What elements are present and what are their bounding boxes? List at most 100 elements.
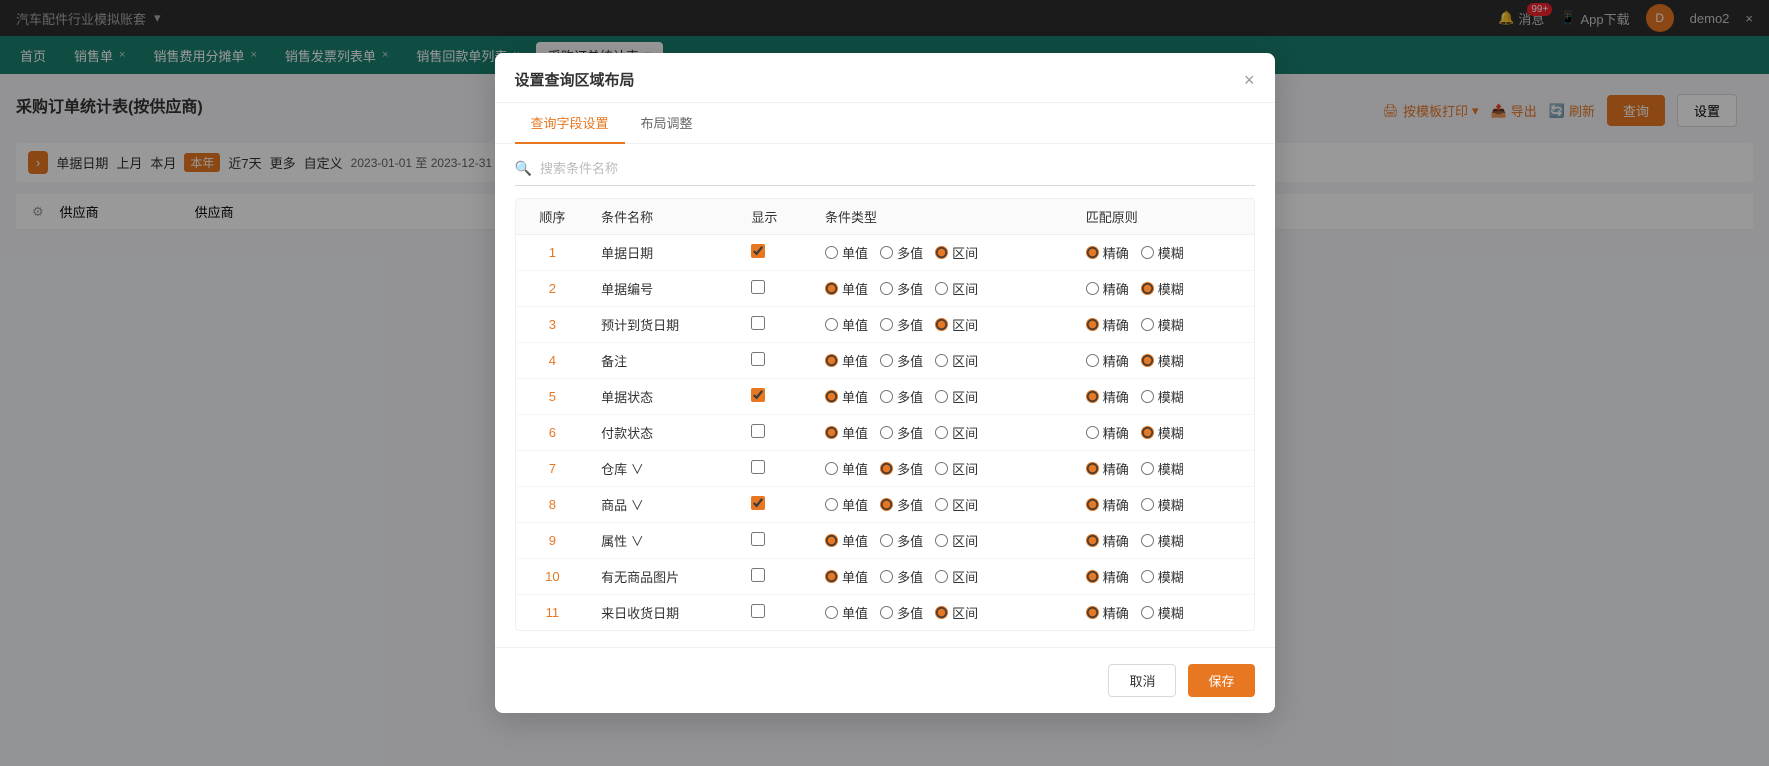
match-option-label[interactable]: 精确 xyxy=(1086,387,1129,406)
type-option-label[interactable]: 区间 xyxy=(935,567,978,586)
type-option-label[interactable]: 多值 xyxy=(880,603,923,622)
match-option-label[interactable]: 精确 xyxy=(1086,315,1129,334)
type-option-label[interactable]: 单值 xyxy=(825,459,868,478)
save-button[interactable]: 保存 xyxy=(1188,664,1254,697)
dialog-close-button[interactable]: × xyxy=(1244,71,1255,89)
match-option-label[interactable]: 模糊 xyxy=(1141,531,1184,550)
type-option-label[interactable]: 多值 xyxy=(880,315,923,334)
type-radio[interactable] xyxy=(880,318,893,331)
type-radio[interactable] xyxy=(880,606,893,619)
type-option-label[interactable]: 区间 xyxy=(935,459,978,478)
type-option-label[interactable]: 多值 xyxy=(880,567,923,586)
type-radio[interactable] xyxy=(880,246,893,259)
display-checkbox[interactable] xyxy=(751,244,765,258)
display-checkbox[interactable] xyxy=(751,280,765,294)
match-radio[interactable] xyxy=(1141,534,1154,547)
match-radio[interactable] xyxy=(1086,462,1099,475)
type-option-label[interactable]: 多值 xyxy=(880,279,923,298)
type-option-label[interactable]: 多值 xyxy=(880,387,923,406)
type-option-label[interactable]: 区间 xyxy=(935,243,978,262)
display-checkbox[interactable] xyxy=(751,532,765,546)
type-option-label[interactable]: 单值 xyxy=(825,243,868,262)
type-radio[interactable] xyxy=(825,282,838,295)
type-radio[interactable] xyxy=(825,318,838,331)
match-radio[interactable] xyxy=(1141,426,1154,439)
type-radio[interactable] xyxy=(935,318,948,331)
type-radio[interactable] xyxy=(825,246,838,259)
match-option-label[interactable]: 模糊 xyxy=(1141,423,1184,442)
type-radio[interactable] xyxy=(825,426,838,439)
match-radio[interactable] xyxy=(1086,534,1099,547)
match-option-label[interactable]: 模糊 xyxy=(1141,315,1184,334)
type-radio[interactable] xyxy=(880,354,893,367)
match-radio[interactable] xyxy=(1086,246,1099,259)
type-radio[interactable] xyxy=(825,570,838,583)
match-radio[interactable] xyxy=(1141,318,1154,331)
match-radio[interactable] xyxy=(1086,390,1099,403)
match-option-label[interactable]: 精确 xyxy=(1086,279,1129,298)
type-radio[interactable] xyxy=(935,570,948,583)
type-option-label[interactable]: 多值 xyxy=(880,495,923,514)
type-option-label[interactable]: 区间 xyxy=(935,351,978,370)
type-radio[interactable] xyxy=(880,534,893,547)
match-option-label[interactable]: 模糊 xyxy=(1141,279,1184,298)
match-option-label[interactable]: 精确 xyxy=(1086,603,1129,622)
type-radio[interactable] xyxy=(935,354,948,367)
type-option-label[interactable]: 区间 xyxy=(935,603,978,622)
type-radio[interactable] xyxy=(935,462,948,475)
type-option-label[interactable]: 区间 xyxy=(935,387,978,406)
type-option-label[interactable]: 单值 xyxy=(825,279,868,298)
type-option-label[interactable]: 单值 xyxy=(825,531,868,550)
match-radio[interactable] xyxy=(1141,498,1154,511)
match-radio[interactable] xyxy=(1086,354,1099,367)
match-option-label[interactable]: 模糊 xyxy=(1141,567,1184,586)
type-radio[interactable] xyxy=(825,606,838,619)
match-option-label[interactable]: 精确 xyxy=(1086,423,1129,442)
display-checkbox[interactable] xyxy=(751,604,765,618)
type-radio[interactable] xyxy=(825,534,838,547)
type-radio[interactable] xyxy=(880,426,893,439)
match-option-label[interactable]: 精确 xyxy=(1086,351,1129,370)
display-checkbox[interactable] xyxy=(751,496,765,510)
match-radio[interactable] xyxy=(1141,462,1154,475)
type-radio[interactable] xyxy=(935,426,948,439)
match-option-label[interactable]: 模糊 xyxy=(1141,387,1184,406)
display-checkbox[interactable] xyxy=(751,568,765,582)
display-checkbox[interactable] xyxy=(751,424,765,438)
type-radio[interactable] xyxy=(880,498,893,511)
type-radio[interactable] xyxy=(880,462,893,475)
type-radio[interactable] xyxy=(825,390,838,403)
match-radio[interactable] xyxy=(1141,570,1154,583)
type-option-label[interactable]: 多值 xyxy=(880,459,923,478)
match-option-label[interactable]: 模糊 xyxy=(1141,243,1184,262)
match-radio[interactable] xyxy=(1141,354,1154,367)
tab-layout-adjust[interactable]: 布局调整 xyxy=(625,103,709,144)
tab-query-fields[interactable]: 查询字段设置 xyxy=(515,103,625,144)
type-option-label[interactable]: 区间 xyxy=(935,315,978,334)
match-radio[interactable] xyxy=(1141,390,1154,403)
type-option-label[interactable]: 单值 xyxy=(825,387,868,406)
type-radio[interactable] xyxy=(935,282,948,295)
match-radio[interactable] xyxy=(1141,606,1154,619)
match-option-label[interactable]: 精确 xyxy=(1086,243,1129,262)
type-option-label[interactable]: 单值 xyxy=(825,495,868,514)
match-option-label[interactable]: 精确 xyxy=(1086,495,1129,514)
type-radio[interactable] xyxy=(935,606,948,619)
match-radio[interactable] xyxy=(1086,498,1099,511)
type-option-label[interactable]: 区间 xyxy=(935,531,978,550)
type-option-label[interactable]: 区间 xyxy=(935,279,978,298)
type-option-label[interactable]: 多值 xyxy=(880,243,923,262)
type-radio[interactable] xyxy=(880,570,893,583)
match-option-label[interactable]: 精确 xyxy=(1086,459,1129,478)
cancel-button[interactable]: 取消 xyxy=(1108,664,1176,697)
type-radio[interactable] xyxy=(935,534,948,547)
match-option-label[interactable]: 模糊 xyxy=(1141,495,1184,514)
match-radio[interactable] xyxy=(1086,606,1099,619)
type-radio[interactable] xyxy=(880,282,893,295)
type-radio[interactable] xyxy=(825,354,838,367)
type-option-label[interactable]: 单值 xyxy=(825,315,868,334)
type-option-label[interactable]: 多值 xyxy=(880,351,923,370)
match-option-label[interactable]: 精确 xyxy=(1086,567,1129,586)
type-radio[interactable] xyxy=(880,390,893,403)
type-option-label[interactable]: 单值 xyxy=(825,603,868,622)
